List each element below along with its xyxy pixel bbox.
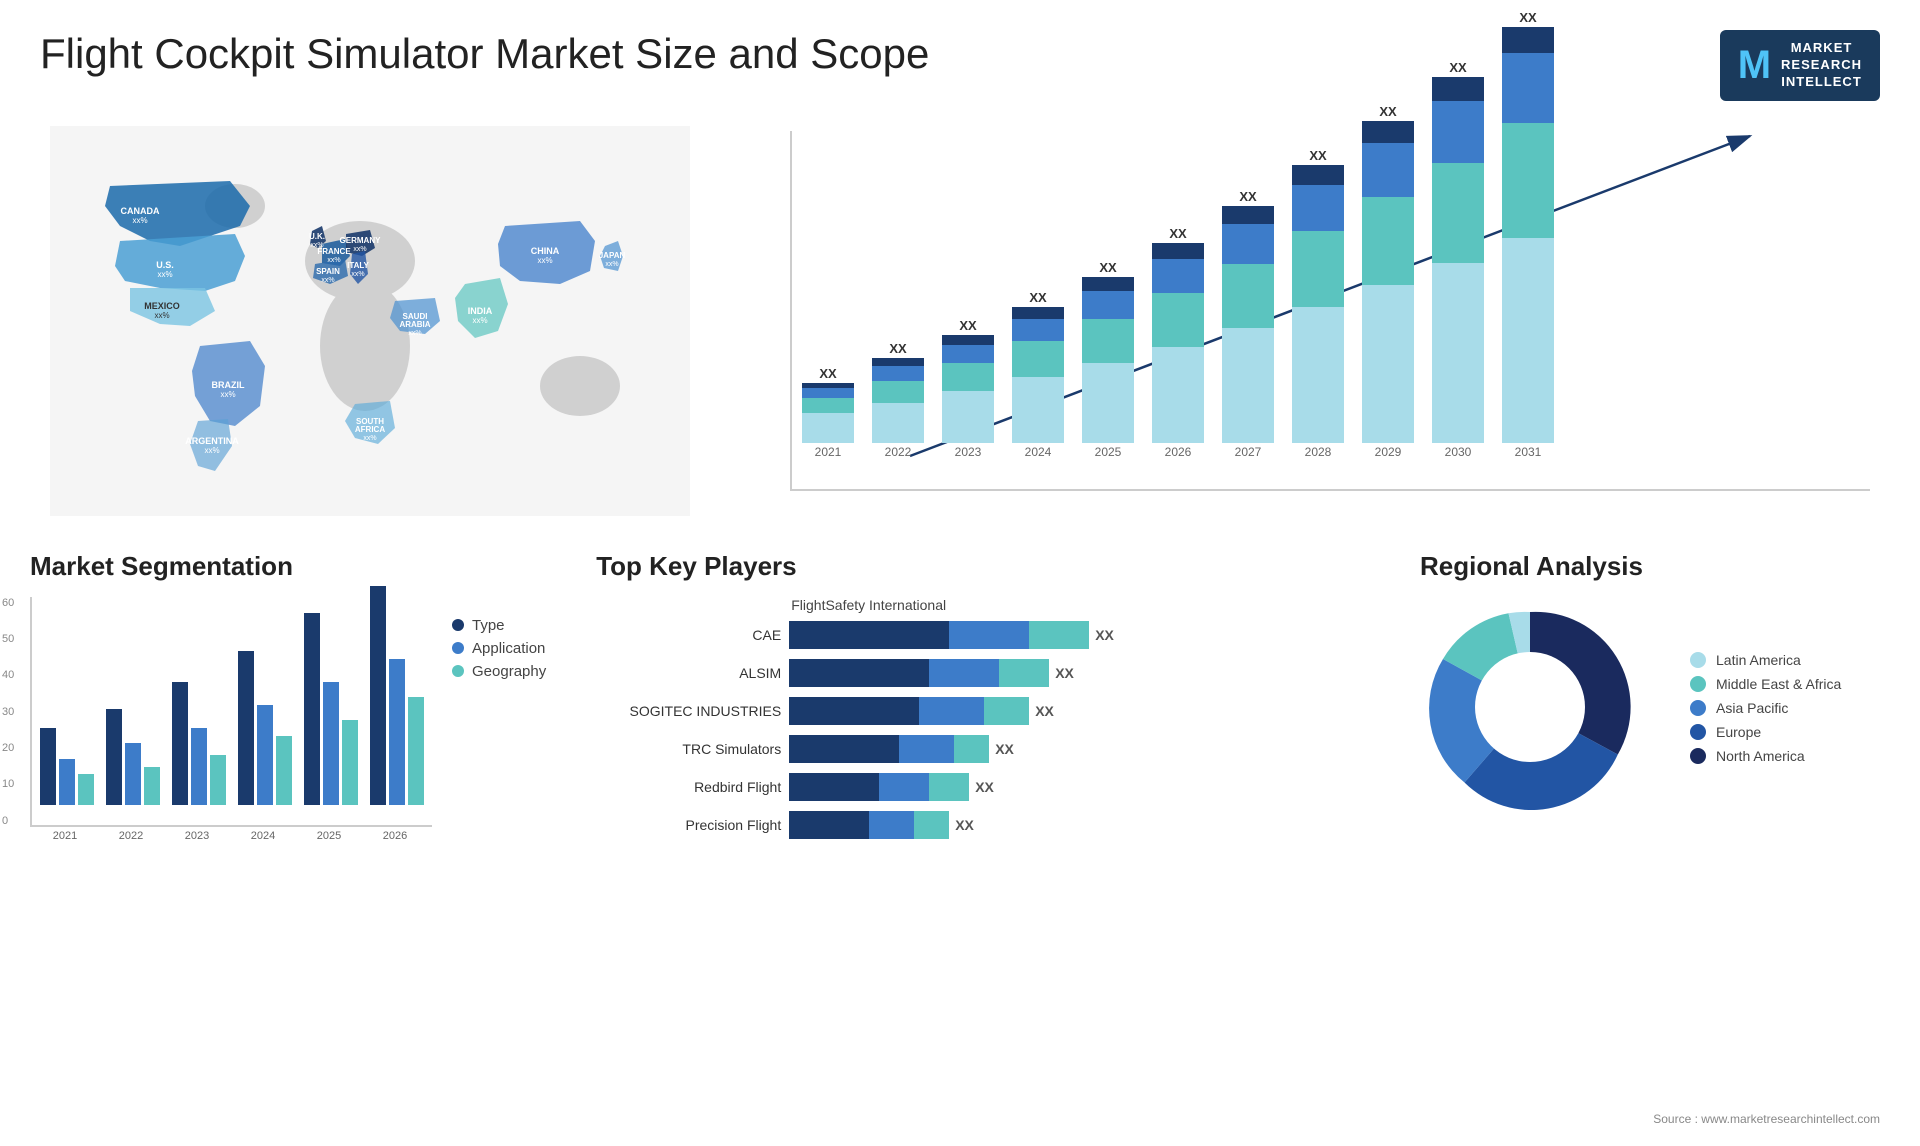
svg-text:ARGENTINA: ARGENTINA xyxy=(185,436,239,446)
bar-2021: XX 2021 xyxy=(802,366,854,459)
bar-2027: XX 2027 xyxy=(1222,189,1274,459)
svg-text:ITALY: ITALY xyxy=(347,261,369,270)
svg-text:U.S.: U.S. xyxy=(156,260,174,270)
svg-text:AFRICA: AFRICA xyxy=(355,425,385,434)
player-row-sogitec: SOGITEC INDUSTRIES XX xyxy=(596,697,1360,725)
svg-text:xx%: xx% xyxy=(154,311,169,320)
segmentation-section: Market Segmentation 60 50 40 30 20 10 0 xyxy=(30,551,546,1091)
seg-bar-2025 xyxy=(304,613,358,805)
svg-text:GERMANY: GERMANY xyxy=(340,236,382,245)
svg-text:CANADA: CANADA xyxy=(121,206,160,216)
seg-bar-2023 xyxy=(172,682,226,805)
player-row-alsim: ALSIM XX xyxy=(596,659,1360,687)
map-section: CANADA xx% U.S. xx% MEXICO xx% BRAZIL xx… xyxy=(30,111,710,531)
segmentation-title: Market Segmentation xyxy=(30,551,546,582)
bar-2022: XX 2022 xyxy=(872,341,924,459)
header: Flight Cockpit Simulator Market Size and… xyxy=(0,0,1920,111)
svg-text:xx%: xx% xyxy=(363,435,376,442)
players-section: Top Key Players FlightSafety Internation… xyxy=(576,551,1380,1091)
player-row-redbird: Redbird Flight XX xyxy=(596,773,1360,801)
svg-text:FRANCE: FRANCE xyxy=(317,247,351,256)
svg-text:xx%: xx% xyxy=(351,271,364,278)
bar-2028: XX 2028 xyxy=(1292,148,1344,459)
legend-type: Type xyxy=(452,617,546,634)
regional-title: Regional Analysis xyxy=(1420,551,1880,582)
seg-bar-2024 xyxy=(238,651,292,805)
legend-north-america: North America xyxy=(1690,748,1841,764)
svg-text:xx%: xx% xyxy=(132,216,147,225)
bar-2025: XX 2025 xyxy=(1082,260,1134,459)
svg-text:xx%: xx% xyxy=(353,246,366,253)
svg-text:MEXICO: MEXICO xyxy=(144,301,180,311)
logo-text: MARKET RESEARCH INTELLECT xyxy=(1781,40,1862,91)
svg-text:xx%: xx% xyxy=(537,256,552,265)
players-title: Top Key Players xyxy=(596,551,1360,582)
legend-europe: Europe xyxy=(1690,724,1841,740)
logo-letter: M xyxy=(1738,45,1771,85)
bar-2023: XX 2023 xyxy=(942,318,994,459)
svg-text:xx%: xx% xyxy=(605,261,618,268)
svg-text:xx%: xx% xyxy=(204,446,219,455)
seg-bar-2022 xyxy=(106,709,160,805)
source-text: Source : www.marketresearchintellect.com xyxy=(1653,1110,1880,1128)
legend-asia-pacific: Asia Pacific xyxy=(1690,700,1841,716)
svg-text:xx%: xx% xyxy=(472,316,487,325)
logo: M MARKET RESEARCH INTELLECT xyxy=(1720,30,1880,101)
player-row-cae: CAE XX xyxy=(596,621,1360,649)
svg-text:ARABIA: ARABIA xyxy=(399,320,430,329)
legend-middle-east-africa: Middle East & Africa xyxy=(1690,676,1841,692)
svg-text:xx%: xx% xyxy=(327,257,340,264)
svg-text:U.K.: U.K. xyxy=(309,232,325,241)
legend-latin-america: Latin America xyxy=(1690,652,1841,668)
player-row-precision: Precision Flight XX xyxy=(596,811,1360,839)
player-row-trc: TRC Simulators XX xyxy=(596,735,1360,763)
world-map: CANADA xx% U.S. xx% MEXICO xx% BRAZIL xx… xyxy=(50,121,690,521)
svg-text:xx%: xx% xyxy=(321,277,334,284)
svg-text:SPAIN: SPAIN xyxy=(316,267,340,276)
regional-section: Regional Analysis xyxy=(1410,551,1890,1091)
bar-2030: XX 2030 xyxy=(1432,60,1484,459)
legend-application: Application xyxy=(452,640,546,657)
svg-text:INDIA: INDIA xyxy=(468,306,493,316)
svg-text:JAPAN: JAPAN xyxy=(599,251,626,260)
bar-chart-section: XX 2021 XX 2022 xyxy=(730,111,1890,531)
page-title: Flight Cockpit Simulator Market Size and… xyxy=(40,30,929,78)
bar-2024: XX 2024 xyxy=(1012,290,1064,459)
players-header-company: FlightSafety International xyxy=(791,597,1360,613)
svg-text:CHINA: CHINA xyxy=(531,246,560,256)
svg-text:xx%: xx% xyxy=(157,270,172,279)
seg-bar-2026 xyxy=(370,586,424,805)
segmentation-legend: Type Application Geography xyxy=(452,597,546,842)
svg-text:xx%: xx% xyxy=(408,330,421,337)
svg-text:xx%: xx% xyxy=(220,390,235,399)
seg-bar-2021 xyxy=(40,728,94,805)
regional-legend: Latin America Middle East & Africa Asia … xyxy=(1690,652,1841,772)
legend-geography: Geography xyxy=(452,663,546,680)
bar-2031: XX 2031 xyxy=(1502,10,1554,459)
bar-2029: XX 2029 xyxy=(1362,104,1414,459)
bar-2026: XX 2026 xyxy=(1152,226,1204,459)
donut-chart xyxy=(1420,597,1640,822)
svg-text:BRAZIL: BRAZIL xyxy=(212,380,245,390)
